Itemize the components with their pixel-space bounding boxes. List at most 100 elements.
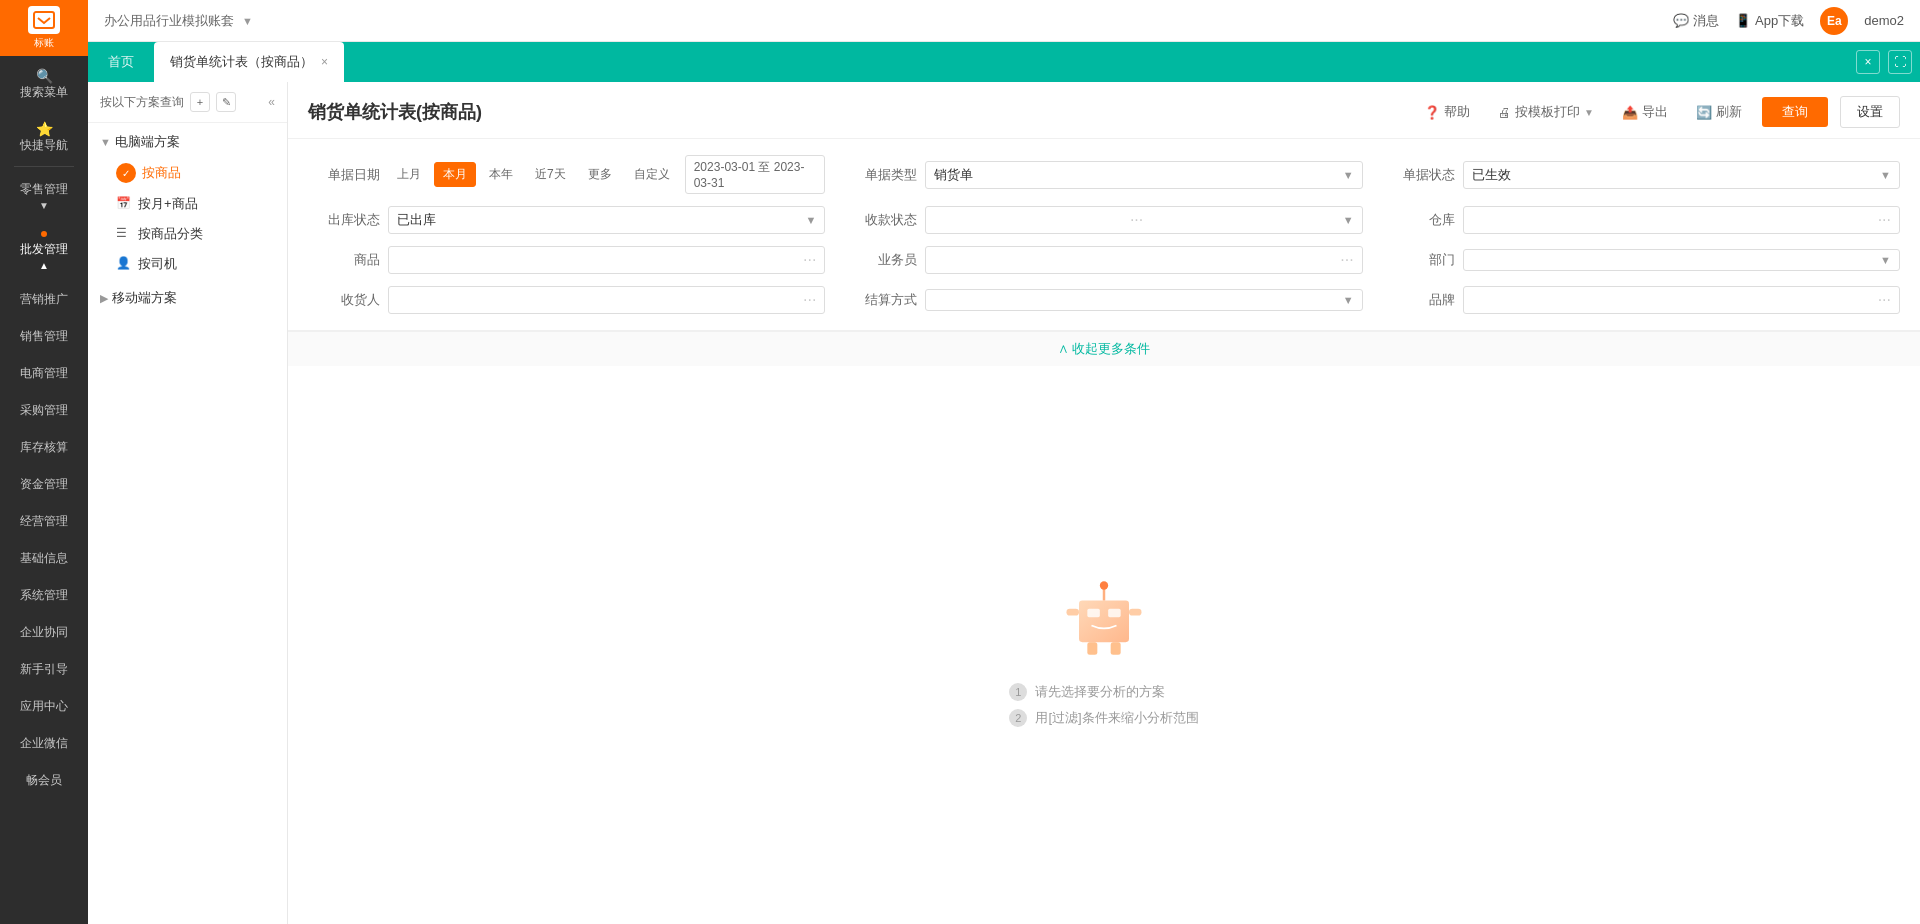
collapse-arrow-icon: ▶ [100,292,108,305]
scheme-by-product[interactable]: ✓ 按商品 [88,157,287,189]
receiver-dots-icon[interactable]: ··· [803,291,816,309]
scheme-by-driver[interactable]: 👤 按司机 [88,249,287,279]
scheme-by-month-product[interactable]: 📅 按月+商品 [88,189,287,219]
staff-select[interactable]: ··· [925,246,1362,274]
payment-dots-icon[interactable]: ··· [1130,211,1143,229]
date-tab-more[interactable]: 更多 [579,162,621,187]
settle-select[interactable]: ▼ [925,289,1362,311]
brand-label: 品牌 [1383,291,1463,309]
sidebar-item-enterprise[interactable]: 企业协同 [0,614,88,651]
warehouse-control: 已出库 ▼ [388,206,825,234]
collapse-more-button[interactable]: ∧ 收起更多条件 [288,331,1920,366]
sidebar-item-sales[interactable]: 销售管理 [0,318,88,355]
date-tab-lastmonth[interactable]: 上月 [388,162,430,187]
staff-dots-icon[interactable]: ··· [1340,251,1353,269]
date-tabs: 上月 本月 本年 近7天 更多 自定义 [388,162,679,187]
dept-select[interactable]: ▼ [1463,249,1900,271]
export-button[interactable]: 📤 导出 [1614,99,1676,125]
desktop-scheme-root[interactable]: ▼ 电脑端方案 [88,127,287,157]
person-icon: 👤 [116,256,132,272]
payment-select[interactable]: ··· ▼ [925,206,1362,234]
filter-row-2: 出库状态 已出库 ▼ 收款状态 [308,206,1900,234]
sidebar-item-wholesale[interactable]: 批发管理 ▲ [0,221,88,281]
tab-home[interactable]: 首页 [88,42,154,82]
query-button[interactable]: 查询 [1762,97,1828,127]
storage-select[interactable]: ··· [1463,206,1900,234]
panel-header-label: 按以下方案查询 [100,94,184,111]
scheme-by-category[interactable]: ☰ 按商品分类 [88,219,287,249]
expand-arrow-icon: ▼ [100,136,111,148]
hint-text-1: 请先选择要分析的方案 [1035,683,1165,701]
sidebar-item-ecom[interactable]: 电商管理 [0,355,88,392]
filter-staff-field: 业务员 ··· [845,246,1362,274]
settings-button[interactable]: 设置 [1840,96,1900,128]
date-tab-7days[interactable]: 近7天 [526,162,575,187]
sidebar-item-stock[interactable]: 库存核算 [0,429,88,466]
mobile-scheme-label: 移动端方案 [112,289,177,307]
brand-dots-icon[interactable]: ··· [1878,291,1891,309]
warehouse-select[interactable]: 已出库 ▼ [388,206,825,234]
scheme-by-driver-label: 按司机 [138,255,177,273]
sidebar-quicknav[interactable]: ⭐ 快捷导航 [0,113,88,162]
tab-sales-stat[interactable]: 销货单统计表（按商品） × [154,42,344,82]
app-download-button[interactable]: 📱 App下载 [1735,12,1804,30]
tab-close-button[interactable]: × [321,55,328,69]
sidebar-item-member[interactable]: 畅会员 [0,762,88,799]
date-tab-thismonth[interactable]: 本月 [434,162,476,187]
tabbar: 首页 销货单统计表（按商品） × × ⛶ [88,42,1920,82]
settle-label: 结算方式 [845,291,925,309]
storage-dots-icon[interactable]: ··· [1878,211,1891,229]
tab-close-all-button[interactable]: × [1856,50,1880,74]
sidebar-item-newguide[interactable]: 新手引导 [0,651,88,688]
mobile-scheme-root[interactable]: ▶ 移动端方案 [88,283,287,313]
date-control: 上月 本月 本年 近7天 更多 自定义 2023-03-01 至 2023-03… [388,155,825,194]
empty-state: 1 请先选择要分析的方案 2 用[过滤]条件来缩小分析范围 [288,366,1920,924]
message-button[interactable]: 💬 消息 [1673,12,1719,30]
add-scheme-button[interactable]: + [190,92,210,112]
topbar-right: 💬 消息 📱 App下载 Ea demo2 [1673,7,1904,35]
date-range-display[interactable]: 2023-03-01 至 2023-03-31 [685,155,826,194]
print-button[interactable]: 🖨 按模板打印 ▼ [1490,99,1602,125]
date-tab-custom[interactable]: 自定义 [625,162,679,187]
date-tab-thisyear[interactable]: 本年 [480,162,522,187]
hint-text-2: 用[过滤]条件来缩小分析范围 [1035,709,1198,727]
receiver-control: ··· [388,286,825,314]
tab-maximize-button[interactable]: ⛶ [1888,50,1912,74]
sidebar-item-operations[interactable]: 经营管理 [0,503,88,540]
brand-select[interactable]: ··· [1463,286,1900,314]
receiver-select[interactable]: ··· [388,286,825,314]
sidebar-search[interactable]: 🔍 搜索菜单 [0,56,88,113]
sidebar-item-appcenter[interactable]: 应用中心 [0,688,88,725]
goods-dots-icon[interactable]: ··· [803,251,816,269]
right-panel: 销货单统计表(按商品) ❓ 帮助 🖨 按模板打印 ▼ 📤 导出 [288,82,1920,924]
empty-illustration [1054,563,1154,663]
goods-control: ··· [388,246,825,274]
refresh-button[interactable]: 🔄 刷新 [1688,99,1750,125]
sidebar-item-finance[interactable]: 资金管理 [0,466,88,503]
svg-rect-0 [34,12,54,28]
sidebar-item-system[interactable]: 系统管理 [0,577,88,614]
collapse-more-label: ∧ 收起更多条件 [1058,341,1151,356]
sidebar-item-wechat[interactable]: 企业微信 [0,725,88,762]
tabbar-controls: × ⛶ [1856,50,1920,74]
svg-rect-8 [1087,642,1097,655]
doctype-select[interactable]: 销货单 ▼ [925,161,1362,189]
app-logo: 标账 [0,0,88,56]
collapse-panel-button[interactable]: « [268,95,275,109]
goods-select[interactable]: ··· [388,246,825,274]
filter-doctype-field: 单据类型 销货单 ▼ [845,161,1362,189]
sidebar-item-marketing[interactable]: 营销推广 [0,281,88,318]
filter-row-1: 单据日期 上月 本月 本年 近7天 更多 自定义 2023-03-01 至 20… [308,155,1900,194]
avatar[interactable]: Ea [1820,7,1848,35]
edit-scheme-button[interactable]: ✎ [216,92,236,112]
warehouse-value: 已出库 [397,211,436,229]
help-button[interactable]: ❓ 帮助 [1416,99,1478,125]
sidebar-divider [14,166,74,167]
sidebar-item-basic-info[interactable]: 基础信息 [0,540,88,577]
hint-row-2: 2 用[过滤]条件来缩小分析范围 [1009,709,1198,727]
sidebar-item-retail[interactable]: 零售管理 ▼ [0,171,88,221]
filter-warehouse-field: 出库状态 已出库 ▼ [308,206,825,234]
sidebar-item-purchase[interactable]: 采购管理 [0,392,88,429]
docstatus-select[interactable]: 已生效 ▼ [1463,161,1900,189]
dropdown-icon[interactable]: ▼ [242,15,253,27]
